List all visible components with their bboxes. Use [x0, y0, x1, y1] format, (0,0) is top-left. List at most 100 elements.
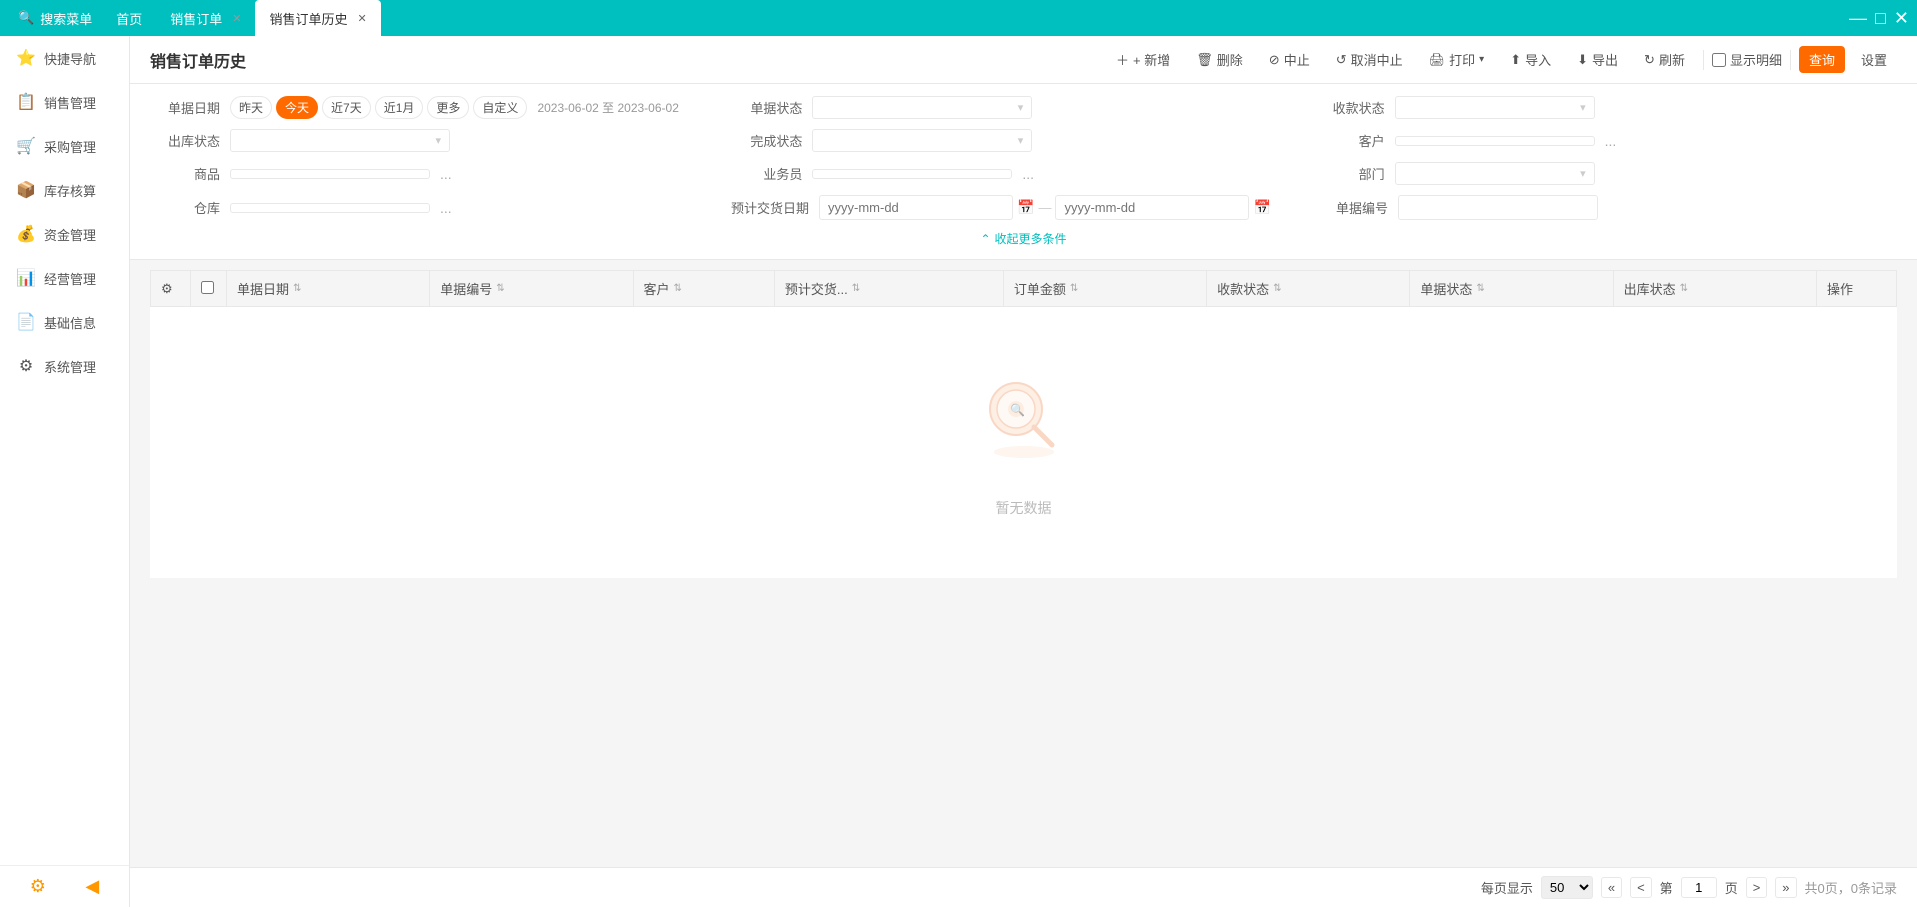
receipt-status-select[interactable]: ▾: [1395, 96, 1595, 119]
customer-select[interactable]: [1395, 136, 1595, 146]
last-page-button[interactable]: »: [1775, 877, 1796, 898]
expected-date-to[interactable]: [1055, 195, 1249, 220]
th-receipt-status[interactable]: 收款状态 ⇅: [1207, 271, 1410, 307]
minimize-icon[interactable]: —: [1849, 8, 1867, 29]
import-button[interactable]: ⬆ 导入: [1500, 46, 1561, 73]
tab-sales-order-history[interactable]: 销售订单历史 ✕: [255, 0, 380, 36]
sidebar-item-sales-mgmt[interactable]: 📋 销售管理: [0, 80, 129, 124]
collapse-row[interactable]: ⌃ 收起更多条件: [150, 230, 1897, 247]
bill-status-arrow: ▾: [1018, 101, 1024, 114]
delivery-status-select[interactable]: ▾: [230, 129, 450, 152]
search-menu[interactable]: 🔍 搜索菜单: [8, 9, 102, 28]
expected-date-from[interactable]: [819, 195, 1013, 220]
th-delivery-status[interactable]: 出库状态 ⇅: [1613, 271, 1816, 307]
date-custom-btn[interactable]: 自定义: [473, 96, 527, 119]
show-detail-checkbox[interactable]: [1712, 53, 1726, 67]
page-title: 销售订单历史: [150, 48, 246, 82]
date-1month-btn[interactable]: 近1月: [375, 96, 424, 119]
receipt-status-label: 收款状态: [1315, 98, 1395, 117]
delete-label: 删除: [1217, 50, 1243, 69]
stop-button[interactable]: ⊘ 中止: [1259, 46, 1320, 73]
cancel-stop-button[interactable]: ↺ 取消中止: [1326, 46, 1413, 73]
bill-status-label: 单据状态: [732, 98, 812, 117]
th-expected-delivery-label: 预计交货...: [785, 279, 848, 298]
maximize-icon[interactable]: □: [1875, 8, 1886, 29]
sidebar: ⭐ 快捷导航 📋 销售管理 🛒 采购管理 📦 库存核算 💰 资金管理 📊 经营管…: [0, 36, 130, 907]
tab-sales-order-history-close[interactable]: ✕: [357, 12, 366, 25]
sidebar-item-finance[interactable]: 💰 资金管理: [0, 212, 129, 256]
sidebar-item-quick-nav[interactable]: ⭐ 快捷导航: [0, 36, 129, 80]
th-bill-date[interactable]: 单据日期 ⇅: [227, 271, 430, 307]
th-customer[interactable]: 客户 ⇅: [633, 271, 774, 307]
select-all-checkbox[interactable]: [201, 281, 214, 294]
th-delivery-status-label: 出库状态: [1624, 279, 1676, 298]
salesperson-label: 业务员: [732, 164, 812, 183]
date-more-btn[interactable]: 更多: [427, 96, 469, 119]
date-7days-btn[interactable]: 近7天: [322, 96, 371, 119]
sidebar-item-system[interactable]: ⚙ 系统管理: [0, 344, 129, 388]
salesperson-dots[interactable]: ...: [1022, 166, 1034, 182]
th-bill-number[interactable]: 单据编号 ⇅: [430, 271, 633, 307]
goods-label: 商品: [150, 164, 230, 183]
search-menu-label: 搜索菜单: [40, 9, 92, 28]
complete-status-value: ▾: [812, 129, 1314, 152]
th-expected-delivery[interactable]: 预计交货... ⇅: [774, 271, 1003, 307]
th-bill-date-label: 单据日期: [237, 279, 289, 298]
export-button[interactable]: ⬇ 导出: [1567, 46, 1628, 73]
delete-button[interactable]: 🗑 删除: [1186, 46, 1253, 73]
goods-select[interactable]: [230, 169, 430, 179]
show-detail-label[interactable]: 显示明细: [1712, 50, 1782, 69]
prev-page-button[interactable]: <: [1630, 877, 1652, 898]
th-bill-status[interactable]: 单据状态 ⇅: [1410, 271, 1613, 307]
warehouse-select[interactable]: [230, 203, 430, 213]
operations-icon: 📊: [16, 268, 36, 288]
stop-icon: ⊘: [1269, 52, 1280, 68]
goods-dots[interactable]: ...: [440, 166, 452, 182]
sidebar-settings-icon[interactable]: ⚙: [30, 876, 46, 897]
customer-dots[interactable]: ...: [1605, 133, 1617, 149]
department-label: 部门: [1315, 164, 1395, 183]
th-settings[interactable]: ⚙: [151, 271, 191, 307]
settings-icon[interactable]: ⚙: [161, 281, 173, 296]
complete-status-select[interactable]: ▾: [812, 129, 1032, 152]
calendar-from-icon[interactable]: 📅: [1017, 199, 1034, 216]
th-order-amount[interactable]: 订单金额 ⇅: [1003, 271, 1206, 307]
sidebar-item-operations[interactable]: 📊 经营管理: [0, 256, 129, 300]
warehouse-dots[interactable]: ...: [440, 200, 452, 216]
close-window-icon[interactable]: ✕: [1894, 8, 1909, 29]
new-button[interactable]: ＋ + 新增: [1106, 46, 1180, 73]
calendar-to-icon[interactable]: 📅: [1253, 199, 1270, 216]
settings-button[interactable]: 设置: [1851, 46, 1897, 73]
page-size-select[interactable]: 50 10 20 100: [1541, 876, 1593, 899]
warehouse-label: 仓库: [150, 198, 230, 217]
sidebar-item-purchase-mgmt[interactable]: 🛒 采购管理: [0, 124, 129, 168]
sidebar-item-basic-info[interactable]: 📄 基础信息: [0, 300, 129, 344]
tab-home[interactable]: 首页: [102, 0, 156, 36]
first-page-button[interactable]: «: [1601, 877, 1622, 898]
tab-sales-order[interactable]: 销售订单 ✕: [156, 0, 255, 36]
sidebar-collapse-icon[interactable]: ◀: [85, 876, 99, 897]
refresh-button[interactable]: ↻ 刷新: [1634, 46, 1695, 73]
bill-number-label: 单据编号: [1318, 198, 1398, 217]
tab-sales-order-close[interactable]: ✕: [232, 12, 241, 25]
tab-home-label: 首页: [116, 9, 142, 28]
print-icon: 🖨: [1429, 52, 1446, 68]
salesperson-select[interactable]: [812, 169, 1012, 179]
next-page-button[interactable]: >: [1746, 877, 1768, 898]
sidebar-item-inventory[interactable]: 📦 库存核算: [0, 168, 129, 212]
date-yesterday-btn[interactable]: 昨天: [230, 96, 272, 119]
query-button[interactable]: 查询: [1799, 46, 1845, 73]
page-input[interactable]: [1681, 877, 1717, 898]
bill-status-select[interactable]: ▾: [812, 96, 1032, 119]
delivery-status-label: 出库状态: [150, 131, 230, 150]
th-checkbox[interactable]: [191, 271, 227, 307]
sort-delivery-status-icon: ⇅: [1680, 283, 1688, 294]
department-select[interactable]: ▾: [1395, 162, 1595, 185]
print-button[interactable]: 🖨 打印 ▾: [1419, 46, 1495, 73]
new-label: + 新增: [1133, 50, 1170, 69]
date-today-btn[interactable]: 今天: [276, 96, 318, 119]
delete-icon: 🗑: [1196, 52, 1213, 68]
filter-area: 单据日期 昨天 今天 近7天 近1月 更多 自定义 2023-06-02 至 2…: [130, 84, 1917, 260]
sidebar-bottom: ⚙ ◀: [0, 865, 129, 907]
bill-number-input[interactable]: [1398, 195, 1598, 220]
